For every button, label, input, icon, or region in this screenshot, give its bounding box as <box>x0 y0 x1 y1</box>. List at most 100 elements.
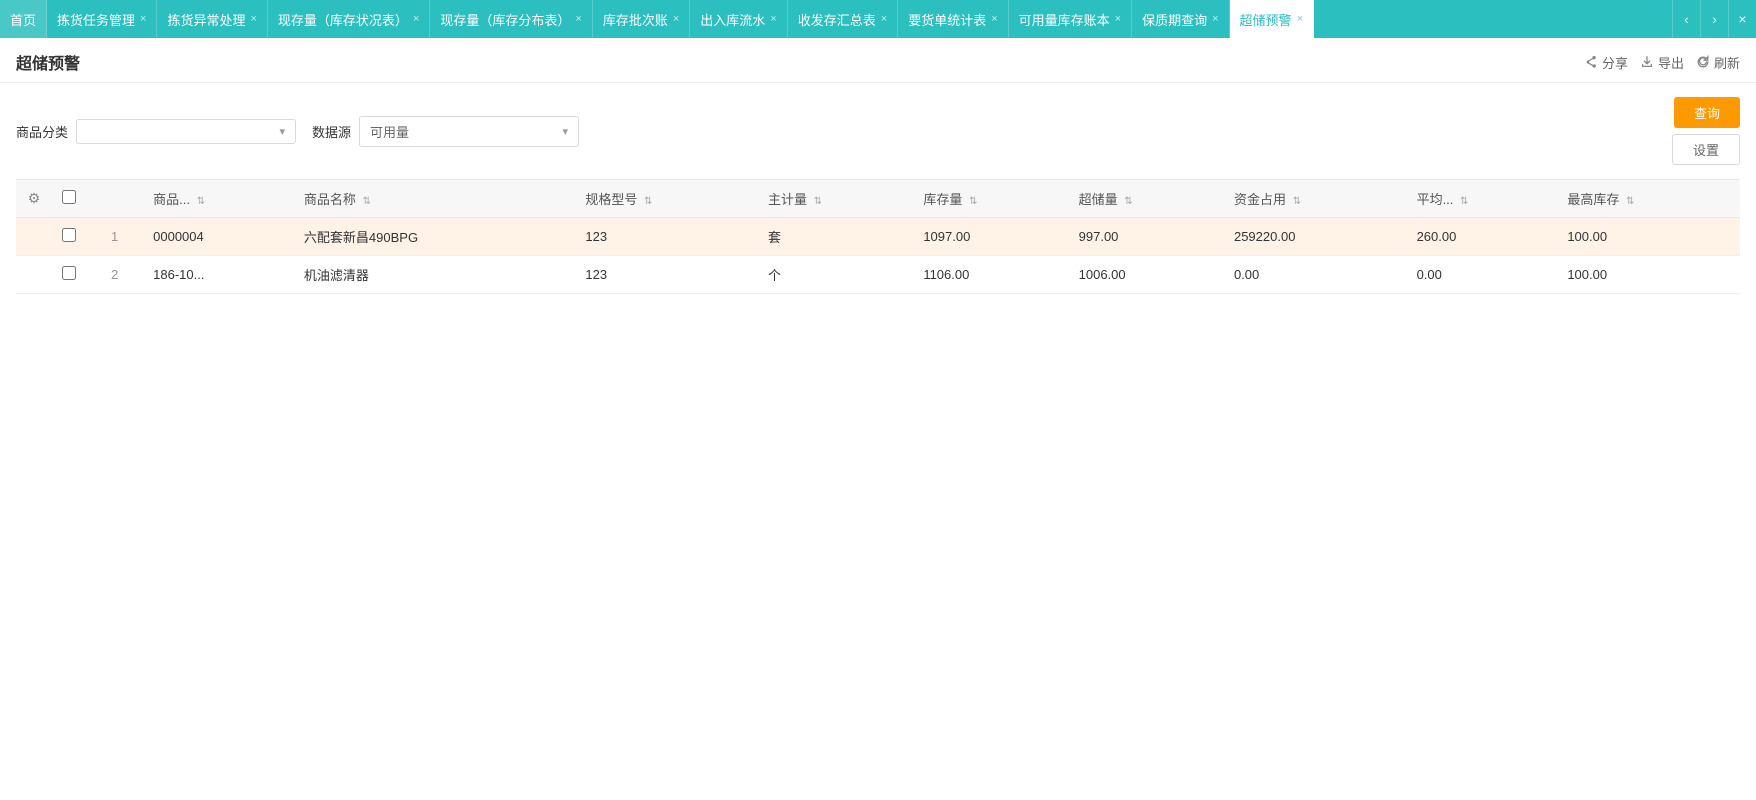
nav-item-task-mgmt[interactable]: 拣货任务管理 × <box>47 0 157 38</box>
row-overstock: 1006.00 <box>1069 256 1224 294</box>
row-checkbox-cell <box>52 256 86 294</box>
datasource-label: 数据源 <box>312 122 351 141</box>
share-icon <box>1584 55 1598 69</box>
filter-area: 商品分类 ▾ 数据源 可用量 ▾ 查询 设置 <box>0 83 1756 179</box>
close-icon[interactable]: × <box>413 13 419 25</box>
row-unit: 个 <box>758 256 913 294</box>
datasource-select[interactable]: 可用量 ▾ <box>359 116 579 147</box>
sort-icon[interactable]: ⇅ <box>1293 196 1301 207</box>
row-max-stock: 100.00 <box>1557 256 1740 294</box>
category-filter-group: 商品分类 ▾ <box>16 119 296 144</box>
unit-column-header: 主计量 ⇅ <box>758 180 913 218</box>
settings-button[interactable]: 设置 <box>1672 134 1740 165</box>
gear-icon[interactable]: ⚙ <box>28 190 41 206</box>
close-icon[interactable]: × <box>575 13 581 25</box>
row-unit: 套 <box>758 218 913 256</box>
sort-icon[interactable]: ⇅ <box>197 196 205 207</box>
top-navigation: 首页 拣货任务管理 × 拣货异常处理 × 现存量（库存状况表） × 现存量（库存… <box>0 0 1756 38</box>
row-avg: 260.00 <box>1407 218 1558 256</box>
close-icon[interactable]: × <box>673 13 679 25</box>
row-number: 2 <box>86 256 143 294</box>
sort-icon[interactable]: ⇅ <box>363 196 371 207</box>
close-icon[interactable]: × <box>140 13 146 25</box>
datasource-select-value: 可用量 <box>370 122 530 141</box>
avg-column-header: 平均... ⇅ <box>1407 180 1558 218</box>
row-capital-used: 0.00 <box>1224 256 1407 294</box>
close-icon[interactable]: × <box>1297 13 1303 25</box>
refresh-button[interactable]: 刷新 <box>1696 53 1740 72</box>
page-header: 超储预警 分享 导出 刷新 <box>0 38 1756 83</box>
query-button[interactable]: 查询 <box>1674 97 1740 128</box>
datasource-filter-group: 数据源 可用量 ▾ <box>312 116 579 147</box>
column-label: 商品... <box>153 192 190 207</box>
nav-item-inout-flow[interactable]: 出入库流水 × <box>690 0 787 38</box>
row-avg: 0.00 <box>1407 256 1558 294</box>
row-product-code: 186-10... <box>143 256 294 294</box>
nav-item-abnormal[interactable]: 拣货异常处理 × <box>157 0 267 38</box>
close-icon[interactable]: × <box>1115 13 1121 25</box>
nav-item-inventory-dist[interactable]: 现存量（库存分布表） × <box>430 0 592 38</box>
table-container: ⚙ 商品... ⇅ 商品名称 ⇅ 规格型号 <box>0 179 1756 294</box>
sort-icon[interactable]: ⇅ <box>969 196 977 207</box>
row-product-name: 六配套新昌490BPG <box>294 218 575 256</box>
overstock-column-header: 超储量 ⇅ <box>1069 180 1224 218</box>
nav-item-batch-account[interactable]: 库存批次账 × <box>593 0 690 38</box>
table-header-row: ⚙ 商品... ⇅ 商品名称 ⇅ 规格型号 <box>16 180 1740 218</box>
nav-next-button[interactable]: › <box>1700 0 1728 38</box>
row-checkbox[interactable] <box>62 228 76 242</box>
checkbox-column-header <box>52 180 86 218</box>
row-product-name: 机油滤清器 <box>294 256 575 294</box>
column-label: 资金占用 <box>1234 192 1286 207</box>
nav-prev-button[interactable]: ‹ <box>1672 0 1700 38</box>
close-icon[interactable]: × <box>881 13 887 25</box>
column-label: 超储量 <box>1079 192 1118 207</box>
stock-column-header: 库存量 ⇅ <box>913 180 1068 218</box>
select-all-checkbox[interactable] <box>62 190 76 204</box>
nav-item-available-account[interactable]: 可用量库存账本 × <box>1009 0 1132 38</box>
close-icon[interactable]: × <box>1212 13 1218 25</box>
sort-icon[interactable]: ⇅ <box>814 196 822 207</box>
row-product-code: 0000004 <box>143 218 294 256</box>
nav-close-button[interactable]: × <box>1728 0 1756 38</box>
sort-icon[interactable]: ⇅ <box>1124 196 1132 207</box>
row-max-stock: 100.00 <box>1557 218 1740 256</box>
column-label: 库存量 <box>923 192 962 207</box>
product-code-column-header: 商品... ⇅ <box>143 180 294 218</box>
row-overstock: 997.00 <box>1069 218 1224 256</box>
row-num-column-header <box>86 180 143 218</box>
nav-item-expiry-check[interactable]: 保质期查询 × <box>1132 0 1229 38</box>
row-gear-cell <box>16 256 52 294</box>
table-row: 2 186-10... 机油滤清器 123 个 1106.00 1006.00 … <box>16 256 1740 294</box>
nav-item-order-stat[interactable]: 要货单统计表 × <box>898 0 1008 38</box>
max-stock-column-header: 最高库存 ⇅ <box>1557 180 1740 218</box>
nav-item-collect-summary[interactable]: 收发存汇总表 × <box>788 0 898 38</box>
close-icon[interactable]: × <box>250 13 256 25</box>
column-label: 平均... <box>1417 192 1454 207</box>
row-stock: 1106.00 <box>913 256 1068 294</box>
sort-icon[interactable]: ⇅ <box>644 196 652 207</box>
row-capital-used: 259220.00 <box>1224 218 1407 256</box>
close-icon[interactable]: × <box>991 13 997 25</box>
row-checkbox[interactable] <box>62 266 76 280</box>
category-select[interactable]: ▾ <box>76 119 296 144</box>
export-icon <box>1640 55 1654 69</box>
capital-used-column-header: 资金占用 ⇅ <box>1224 180 1407 218</box>
nav-item-home[interactable]: 首页 <box>0 0 47 38</box>
row-checkbox-cell <box>52 218 86 256</box>
filter-actions: 查询 设置 <box>1672 97 1740 165</box>
share-button[interactable]: 分享 <box>1584 53 1628 72</box>
sort-icon[interactable]: ⇅ <box>1626 196 1634 207</box>
close-icon[interactable]: × <box>770 13 776 25</box>
nav-item-inventory-status[interactable]: 现存量（库存状况表） × <box>268 0 430 38</box>
sort-icon[interactable]: ⇅ <box>1460 196 1468 207</box>
row-spec: 123 <box>575 256 758 294</box>
row-gear-cell <box>16 218 52 256</box>
spec-column-header: 规格型号 ⇅ <box>575 180 758 218</box>
table-row: 1 0000004 六配套新昌490BPG 123 套 1097.00 997.… <box>16 218 1740 256</box>
column-label: 最高库存 <box>1567 192 1619 207</box>
row-number: 1 <box>86 218 143 256</box>
export-button[interactable]: 导出 <box>1640 53 1684 72</box>
chevron-down-icon: ▾ <box>563 125 569 138</box>
nav-item-overstock-alert[interactable]: 超储预警 × <box>1230 0 1314 38</box>
gear-column-header: ⚙ <box>16 180 52 218</box>
